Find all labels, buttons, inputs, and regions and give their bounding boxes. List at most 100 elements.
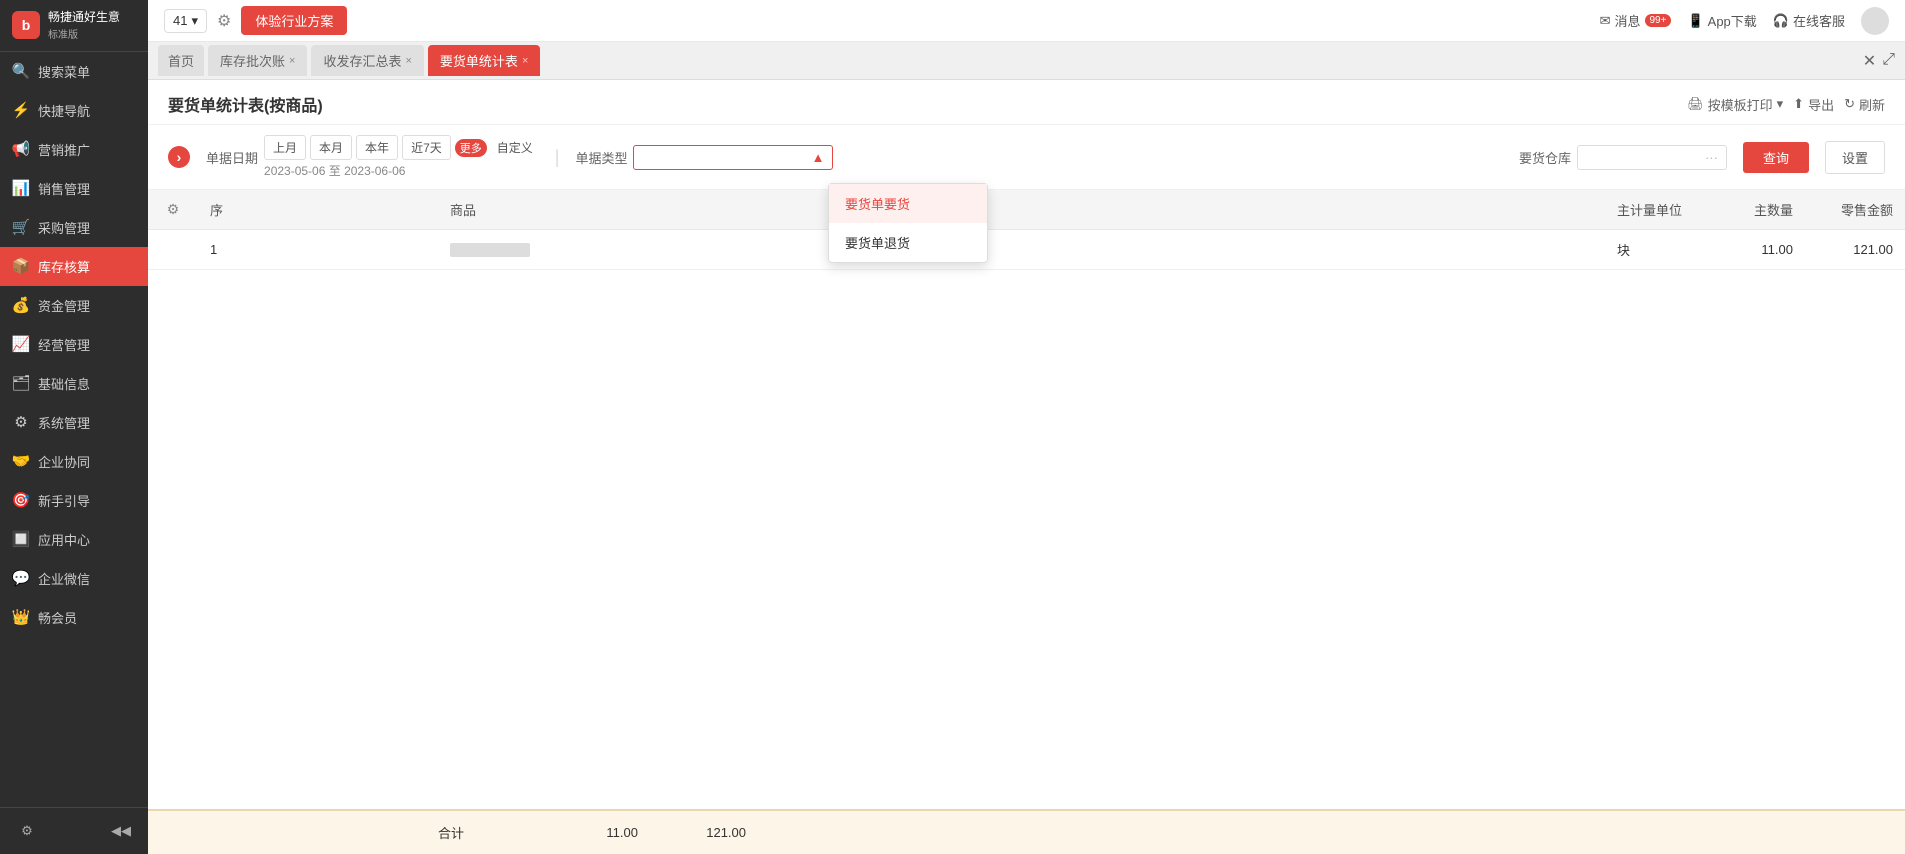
th-unit: 主计量单位 <box>1605 190 1705 230</box>
tab-close-icon[interactable]: × <box>405 55 411 67</box>
td-qty: 11.00 <box>1705 230 1805 270</box>
th-amount: 零售金额 <box>1805 190 1905 230</box>
column-settings-icon[interactable]: ⚙ <box>167 201 180 217</box>
sidebar-item-guide[interactable]: 🎯 新手引导 <box>0 481 148 520</box>
nav-label-guide: 新手引导 <box>38 491 90 510</box>
type-filter-select[interactable]: ▲ <box>633 145 833 170</box>
sidebar-item-operation[interactable]: 📈 经营管理 <box>0 325 148 364</box>
tab-order-stats-label: 要货单统计表 <box>440 51 518 70</box>
nav-label-appcenter: 应用中心 <box>38 530 90 549</box>
nav-icon-sales: 📊 <box>12 179 30 197</box>
store-selector[interactable]: 41 ▾ <box>164 9 207 33</box>
nav-icon-basic: 🗂 <box>12 374 30 392</box>
nav-icon-member: 👑 <box>12 608 30 626</box>
sidebar-item-system[interactable]: ⚙ 系统管理 <box>0 403 148 442</box>
date-last-month-btn[interactable]: 上月 <box>264 135 306 160</box>
export-icon: ⬆ <box>1793 96 1804 112</box>
date-more-badge[interactable]: 更多 <box>455 139 487 157</box>
th-settings[interactable]: ⚙ <box>148 190 198 230</box>
tab-expand-icon[interactable]: ⤢ <box>1882 51 1895 71</box>
warehouse-filter-group: 要货仓库 ··· <box>1519 145 1727 170</box>
date-7days-btn[interactable]: 近7天 <box>402 135 451 160</box>
td-amount: 121.00 <box>1805 230 1905 270</box>
settings-icon[interactable]: ⚙ <box>217 11 231 31</box>
dropdown-item-tuihuo-label: 要货单退货 <box>845 236 910 251</box>
nav-label-member: 畅会员 <box>38 608 77 627</box>
message-action[interactable]: ✉ 消息 99+ <box>1600 11 1672 30</box>
logo-sub: 标准版 <box>48 26 120 41</box>
dropdown-item-yaohuo[interactable]: 要货单要货 <box>829 184 987 223</box>
tab-home[interactable]: 首页 <box>158 45 204 76</box>
sidebar-item-enterprise[interactable]: 🤝 企业协同 <box>0 442 148 481</box>
tab-inventory-batch[interactable]: 库存批次账 × <box>208 45 307 76</box>
date-this-month-btn[interactable]: 本月 <box>310 135 352 160</box>
collapse-icon[interactable]: ◀◀ <box>106 816 136 846</box>
sidebar-item-purchase[interactable]: 🛒 采购管理 <box>0 208 148 247</box>
header-left: 41 ▾ ⚙ 体验行业方案 <box>164 6 347 35</box>
nav-icon-wechat: 💬 <box>12 569 30 587</box>
phone-icon: 📱 <box>1687 13 1703 29</box>
sidebar-item-inventory[interactable]: 📦 库存核算 <box>0 247 148 286</box>
footer-qty: 11.00 <box>538 825 638 840</box>
tab-close-icon[interactable]: × <box>289 55 295 67</box>
sidebar-item-finance[interactable]: 💰 资金管理 <box>0 286 148 325</box>
table-footer: 合计 11.00 121.00 <box>148 809 1905 854</box>
query-button[interactable]: 查询 <box>1743 142 1809 173</box>
date-this-year-btn[interactable]: 本年 <box>356 135 398 160</box>
warehouse-more-icon[interactable]: ··· <box>1705 150 1718 165</box>
export-label: 导出 <box>1808 95 1834 114</box>
warehouse-filter-input[interactable]: ··· <box>1577 145 1727 170</box>
print-label: 按模板打印 <box>1708 95 1773 114</box>
online-service-action[interactable]: 🎧 在线客服 <box>1773 11 1845 30</box>
sidebar-item-search[interactable]: 🔍 搜索菜单 <box>0 52 148 91</box>
nav-label-wechat: 企业微信 <box>38 569 90 588</box>
sidebar-item-quicknav[interactable]: ⚡ 快捷导航 <box>0 91 148 130</box>
sidebar-item-marketing[interactable]: 📢 营销推广 <box>0 130 148 169</box>
td-num <box>148 230 198 270</box>
sidebar-item-appcenter[interactable]: 🔲 应用中心 <box>0 520 148 559</box>
message-badge: 99+ <box>1645 14 1672 27</box>
print-button[interactable]: 🖨 按模板打印 ▾ <box>1687 95 1783 114</box>
nav-label-finance: 资金管理 <box>38 296 90 315</box>
tab-order-stats[interactable]: 要货单统计表 × <box>428 45 540 76</box>
message-icon: ✉ <box>1600 13 1611 29</box>
tab-collect-summary-label: 收发存汇总表 <box>323 51 401 70</box>
app-download-action[interactable]: 📱 App下载 <box>1687 11 1756 30</box>
nav-icon-appcenter: 🔲 <box>12 530 30 548</box>
refresh-button[interactable]: ↻ 刷新 <box>1844 95 1885 114</box>
sidebar-item-sales[interactable]: 📊 销售管理 <box>0 169 148 208</box>
dropdown-item-tuihuo[interactable]: 要货单退货 <box>829 223 987 262</box>
table-wrapper: ⚙ 序 商品 主计量单位 主数量 零售金额 1 <box>148 190 1905 809</box>
date-custom-btn[interactable]: 自定义 <box>491 136 539 159</box>
settings-icon[interactable]: ⚙ <box>12 816 42 846</box>
sidebar-item-basic[interactable]: 🗂 基础信息 <box>0 364 148 403</box>
main-area: 41 ▾ ⚙ 体验行业方案 ✉ 消息 99+ 📱 App下载 🎧 在线客服 <box>148 0 1905 854</box>
nav-icon-purchase: 🛒 <box>12 218 30 236</box>
nav-icon-enterprise: 🤝 <box>12 452 30 470</box>
trial-button[interactable]: 体验行业方案 <box>241 6 347 35</box>
nav-label-quicknav: 快捷导航 <box>38 101 90 120</box>
sidebar-item-member[interactable]: 👑 畅会员 <box>0 598 148 637</box>
nav-icon-quicknav: ⚡ <box>12 101 30 119</box>
avatar[interactable] <box>1861 7 1889 35</box>
nav-label-enterprise: 企业协同 <box>38 452 90 471</box>
sidebar-item-wechat[interactable]: 💬 企业微信 <box>0 559 148 598</box>
app-download-label: App下载 <box>1708 11 1757 30</box>
page-title: 要货单统计表(按商品) <box>168 92 323 116</box>
td-seq: 1 <box>198 230 438 270</box>
footer-amount: 121.00 <box>646 825 746 840</box>
sidebar-nav: ⚡ 快捷导航 📢 营销推广 📊 销售管理 🛒 采购管理 📦 库存核算 💰 资金管… <box>0 91 148 807</box>
nav-label-basic: 基础信息 <box>38 374 90 393</box>
export-button[interactable]: ⬆ 导出 <box>1793 95 1834 114</box>
tab-close-icon[interactable]: × <box>522 55 528 67</box>
tab-collect-summary[interactable]: 收发存汇总表 × <box>311 45 423 76</box>
filter-expand-button[interactable]: › <box>168 146 190 168</box>
tab-close-all-icon[interactable]: ✕ <box>1863 51 1876 71</box>
sidebar-search-label: 搜索菜单 <box>38 62 90 81</box>
tab-inventory-batch-label: 库存批次账 <box>220 51 285 70</box>
tab-bar: 首页 库存批次账 × 收发存汇总表 × 要货单统计表 × ✕ ⤢ <box>148 42 1905 80</box>
logo-name: 畅捷通好生意 <box>48 10 120 26</box>
nav-label-system: 系统管理 <box>38 413 90 432</box>
setting-button[interactable]: 设置 <box>1825 141 1885 174</box>
type-filter-chevron-icon: ▲ <box>812 150 825 165</box>
